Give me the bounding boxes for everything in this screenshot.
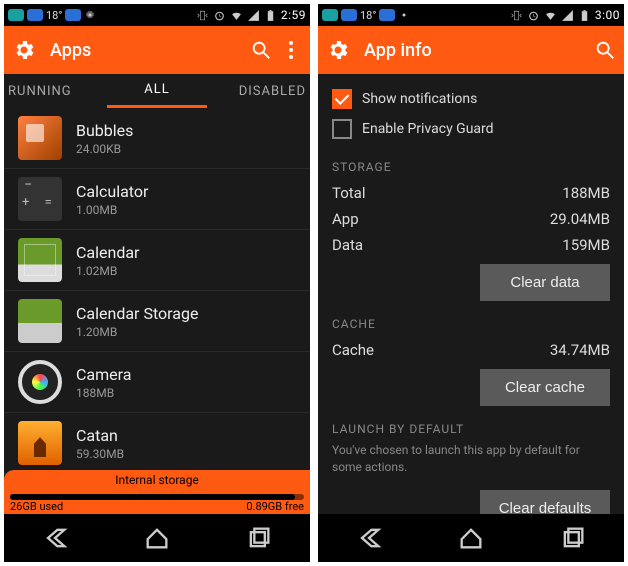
checkbox-icon[interactable]	[332, 89, 352, 109]
signal-icon	[561, 9, 574, 22]
status-clock: 3:00	[595, 8, 620, 22]
app-icon	[18, 299, 62, 343]
status-chip-icon	[8, 9, 24, 21]
tab-running[interactable]: RUNNING	[4, 74, 107, 108]
app-row[interactable]: Calendar 1.02MB	[4, 229, 310, 290]
cache-value: 34.74MB	[550, 341, 610, 359]
tab-disabled[interactable]: DISABLED	[207, 74, 310, 108]
app-name: Calendar	[76, 243, 139, 262]
settings-icon[interactable]	[326, 38, 350, 62]
storage-heading: STORAGE	[332, 160, 610, 174]
total-value: 188MB	[562, 184, 610, 202]
privacy-guard-row[interactable]: Enable Privacy Guard	[332, 114, 610, 144]
nav-bar	[318, 514, 624, 562]
app-name: Calendar Storage	[76, 304, 198, 323]
app-key: App	[332, 210, 359, 228]
settings-icon[interactable]	[12, 38, 36, 62]
back-button[interactable]	[355, 524, 383, 552]
app-icon	[18, 238, 62, 282]
status-chip-icon	[341, 9, 357, 21]
app-icon	[18, 360, 62, 404]
alarm-icon	[527, 9, 540, 22]
vibrate-icon	[196, 9, 209, 22]
checkbox-icon[interactable]	[332, 119, 352, 139]
recents-button[interactable]	[245, 524, 273, 552]
show-notifications-label: Show notifications	[362, 91, 477, 107]
phone-right: 18° 3:00 App info Show notifications Ena…	[318, 4, 624, 562]
search-icon[interactable]	[594, 39, 616, 61]
home-button[interactable]	[457, 524, 485, 552]
app-name: Calculator	[76, 182, 148, 201]
page-title: App info	[364, 40, 432, 61]
battery-icon	[578, 9, 591, 22]
status-chip-icon	[65, 9, 81, 21]
status-chip-icon	[27, 9, 43, 21]
app-name: Camera	[76, 365, 131, 384]
wifi-icon	[544, 9, 557, 22]
show-notifications-row[interactable]: Show notifications	[332, 84, 610, 114]
app-info-body: Show notifications Enable Privacy Guard …	[318, 74, 624, 562]
app-row[interactable]: Bubbles 24.00KB	[4, 108, 310, 168]
total-key: Total	[332, 184, 366, 202]
app-row[interactable]: Calculator 1.00MB	[4, 168, 310, 229]
action-bar: Apps	[4, 26, 310, 74]
storage-used: 26GB used	[10, 500, 63, 513]
page-title: Apps	[50, 40, 91, 61]
status-chip-icon	[379, 9, 395, 21]
app-icon	[18, 177, 62, 221]
search-icon[interactable]	[250, 39, 272, 61]
app-size: 1.20MB	[76, 325, 198, 339]
cache-heading: CACHE	[332, 317, 610, 331]
storage-label: Internal storage	[4, 473, 310, 487]
tab-bar: RUNNING ALL DISABLED	[4, 74, 310, 108]
launch-description: You've chosen to launch this app by defa…	[332, 442, 610, 476]
recents-button[interactable]	[559, 524, 587, 552]
app-icon	[18, 116, 62, 160]
status-clock: 2:59	[281, 8, 306, 22]
gear-icon	[84, 9, 96, 21]
privacy-guard-label: Enable Privacy Guard	[362, 121, 494, 137]
app-size: 24.00KB	[76, 142, 133, 156]
home-button[interactable]	[143, 524, 171, 552]
app-size: 1.00MB	[76, 203, 148, 217]
data-value: 159MB	[562, 236, 610, 254]
nav-bar	[4, 514, 310, 562]
storage-summary: Internal storage 26GB used 0.89GB free	[4, 470, 310, 514]
status-bar: 18° 2:59	[4, 4, 310, 26]
launch-heading: LAUNCH BY DEFAULT	[332, 422, 610, 436]
action-bar: App info	[318, 26, 624, 74]
app-size: 59.30MB	[76, 447, 124, 461]
alarm-icon	[213, 9, 226, 22]
app-row[interactable]: Camera 188MB	[4, 351, 310, 412]
app-row[interactable]: Calendar Storage 1.20MB	[4, 290, 310, 351]
tab-all[interactable]: ALL	[107, 74, 206, 108]
app-icon	[18, 421, 62, 465]
clear-cache-button[interactable]: Clear cache	[480, 369, 610, 406]
app-size: 188MB	[76, 386, 131, 400]
battery-icon	[264, 9, 277, 22]
status-temperature: 18°	[46, 9, 62, 22]
app-name: Catan	[76, 426, 124, 445]
app-name: Bubbles	[76, 121, 133, 140]
signal-icon	[247, 9, 260, 22]
clear-data-button[interactable]: Clear data	[480, 264, 610, 301]
phone-left: 18° 2:59 Apps RUNNING ALL DISABLED Bubbl…	[4, 4, 310, 562]
cache-key: Cache	[332, 341, 374, 359]
vibrate-icon	[510, 9, 523, 22]
status-bar: 18° 3:00	[318, 4, 624, 26]
status-temperature: 18°	[360, 9, 376, 22]
back-button[interactable]	[41, 524, 69, 552]
storage-free: 0.89GB free	[246, 500, 304, 513]
app-row[interactable]: Catan 59.30MB	[4, 412, 310, 473]
data-key: Data	[332, 236, 363, 254]
app-value: 29.04MB	[550, 210, 610, 228]
overflow-menu-icon[interactable]	[280, 39, 302, 61]
status-chip-icon	[322, 9, 338, 21]
gear-icon	[398, 9, 410, 21]
wifi-icon	[230, 9, 243, 22]
app-size: 1.02MB	[76, 264, 139, 278]
